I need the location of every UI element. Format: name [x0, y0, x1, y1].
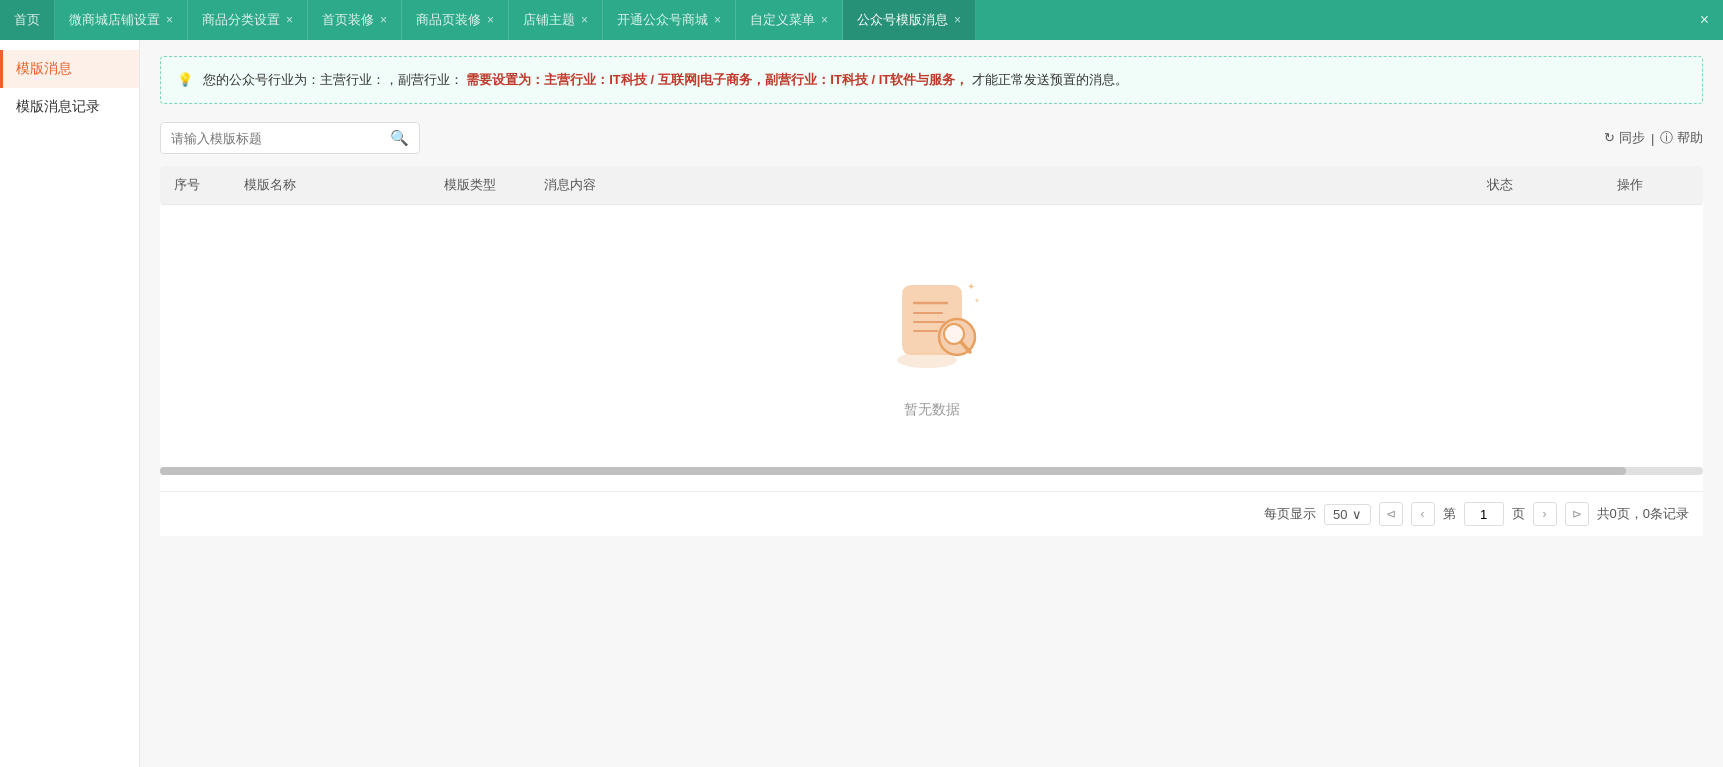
col-header-type: 模版类型: [430, 166, 530, 205]
table-header-row: 序号 模版名称 模版类型 消息内容 状态 操作: [160, 166, 1703, 205]
close-home-decor[interactable]: ×: [380, 14, 387, 26]
nav-tab-store-theme[interactable]: 店铺主题 ×: [509, 0, 603, 40]
col-header-name: 模版名称: [230, 166, 430, 205]
search-input[interactable]: [171, 131, 390, 146]
svg-text:✦: ✦: [974, 297, 980, 304]
sidebar-item-template-msg-record[interactable]: 模版消息记录: [0, 88, 139, 126]
page-label: 第: [1443, 505, 1456, 523]
scrollbar-thumb[interactable]: [160, 467, 1626, 475]
nav-tab-home[interactable]: 首页: [0, 0, 55, 40]
empty-state-icon: ✦ ✦: [872, 265, 992, 385]
help-label: 帮助: [1677, 130, 1703, 145]
nav-tab-template-msg[interactable]: 公众号模版消息 ×: [843, 0, 976, 40]
first-page-button[interactable]: ⊲: [1379, 502, 1403, 526]
col-header-status: 状态: [1473, 166, 1603, 205]
next-page-button[interactable]: ›: [1533, 502, 1557, 526]
sidebar-item-template-msg-label: 模版消息: [16, 60, 72, 76]
close-open-wechat-shop[interactable]: ×: [714, 14, 721, 26]
page-size-label: 每页显示: [1264, 505, 1316, 523]
sidebar-item-template-msg[interactable]: 模版消息: [0, 50, 139, 88]
divider: |: [1651, 131, 1654, 146]
horizontal-scrollbar[interactable]: [160, 467, 1703, 475]
lightbulb-icon: 💡: [177, 72, 193, 87]
nav-tab-custom-menu[interactable]: 自定义菜单 ×: [736, 0, 843, 40]
col-header-index: 序号: [160, 166, 230, 205]
notice-highlight: 需要设置为：主营行业：IT科技 / 互联网|电子商务，副营行业：IT科技 / I…: [466, 72, 968, 87]
col-header-content: 消息内容: [530, 166, 1473, 205]
nav-tab-home-decor[interactable]: 首页装修 ×: [308, 0, 402, 40]
nav-tab-product-decor[interactable]: 商品页装修 ×: [402, 0, 509, 40]
sync-label: 同步: [1619, 130, 1645, 145]
main-layout: 模版消息 模版消息记录 💡 您的公众号行业为：主营行业：，副营行业： 需要设置为…: [0, 40, 1723, 767]
chevron-down-icon: ∨: [1352, 507, 1362, 522]
nav-tab-open-wechat-shop-label: 开通公众号商城: [617, 11, 708, 29]
sidebar-item-template-msg-record-label: 模版消息记录: [16, 98, 100, 114]
close-product-category[interactable]: ×: [286, 14, 293, 26]
table-container: 序号 模版名称 模版类型 消息内容 状态 操作: [160, 166, 1703, 536]
nav-tab-product-category-label: 商品分类设置: [202, 11, 280, 29]
close-all-tabs[interactable]: ×: [1686, 11, 1723, 29]
search-icon[interactable]: 🔍: [390, 129, 409, 147]
close-template-msg[interactable]: ×: [954, 14, 961, 26]
page-suffix: 页: [1512, 505, 1525, 523]
nav-tab-home-decor-label: 首页装修: [322, 11, 374, 29]
sync-button[interactable]: ↻ 同步: [1604, 129, 1645, 147]
search-row: 🔍 ↻ 同步 | ⓘ 帮助: [160, 122, 1703, 154]
col-header-action: 操作: [1603, 166, 1703, 205]
top-nav: 首页 微商城店铺设置 × 商品分类设置 × 首页装修 × 商品页装修 × 店铺主…: [0, 0, 1723, 40]
page-size-selector[interactable]: 50 ∨: [1324, 504, 1370, 525]
help-button[interactable]: ⓘ 帮助: [1660, 129, 1703, 147]
notice-prefix: 您的公众号行业为：主营行业：，副营行业：: [203, 72, 463, 87]
nav-tab-store-settings-label: 微商城店铺设置: [69, 11, 160, 29]
last-page-button[interactable]: ⊳: [1565, 502, 1589, 526]
notice-suffix: 才能正常发送预置的消息。: [972, 72, 1128, 87]
nav-tab-custom-menu-label: 自定义菜单: [750, 11, 815, 29]
prev-page-button[interactable]: ‹: [1411, 502, 1435, 526]
page-size-value: 50: [1333, 507, 1347, 522]
page-number-input[interactable]: [1464, 502, 1504, 526]
nav-tab-template-msg-label: 公众号模版消息: [857, 11, 948, 29]
notice-box: 💡 您的公众号行业为：主营行业：，副营行业： 需要设置为：主营行业：IT科技 /…: [160, 56, 1703, 104]
close-custom-menu[interactable]: ×: [821, 14, 828, 26]
data-table: 序号 模版名称 模版类型 消息内容 状态 操作: [160, 166, 1703, 205]
sidebar: 模版消息 模版消息记录: [0, 40, 140, 767]
search-input-wrap[interactable]: 🔍: [160, 122, 420, 154]
nav-tab-open-wechat-shop[interactable]: 开通公众号商城 ×: [603, 0, 736, 40]
nav-tab-store-theme-label: 店铺主题: [523, 11, 575, 29]
content-area: 💡 您的公众号行业为：主营行业：，副营行业： 需要设置为：主营行业：IT科技 /…: [140, 40, 1723, 767]
svg-text:✦: ✦: [967, 281, 975, 292]
empty-text: 暂无数据: [904, 401, 960, 419]
nav-tab-product-decor-label: 商品页装修: [416, 11, 481, 29]
total-label: 共0页，0条记录: [1597, 505, 1689, 523]
close-product-decor[interactable]: ×: [487, 14, 494, 26]
nav-tab-store-settings[interactable]: 微商城店铺设置 ×: [55, 0, 188, 40]
pagination-row: 每页显示 50 ∨ ⊲ ‹ 第 页 › ⊳ 共0页，0条记录: [160, 491, 1703, 536]
search-actions: ↻ 同步 | ⓘ 帮助: [1604, 129, 1703, 147]
close-store-settings[interactable]: ×: [166, 14, 173, 26]
close-store-theme[interactable]: ×: [581, 14, 588, 26]
empty-state: ✦ ✦ 暂无数据: [160, 205, 1703, 459]
nav-tab-home-label: 首页: [14, 11, 40, 29]
nav-tab-product-category[interactable]: 商品分类设置 ×: [188, 0, 308, 40]
